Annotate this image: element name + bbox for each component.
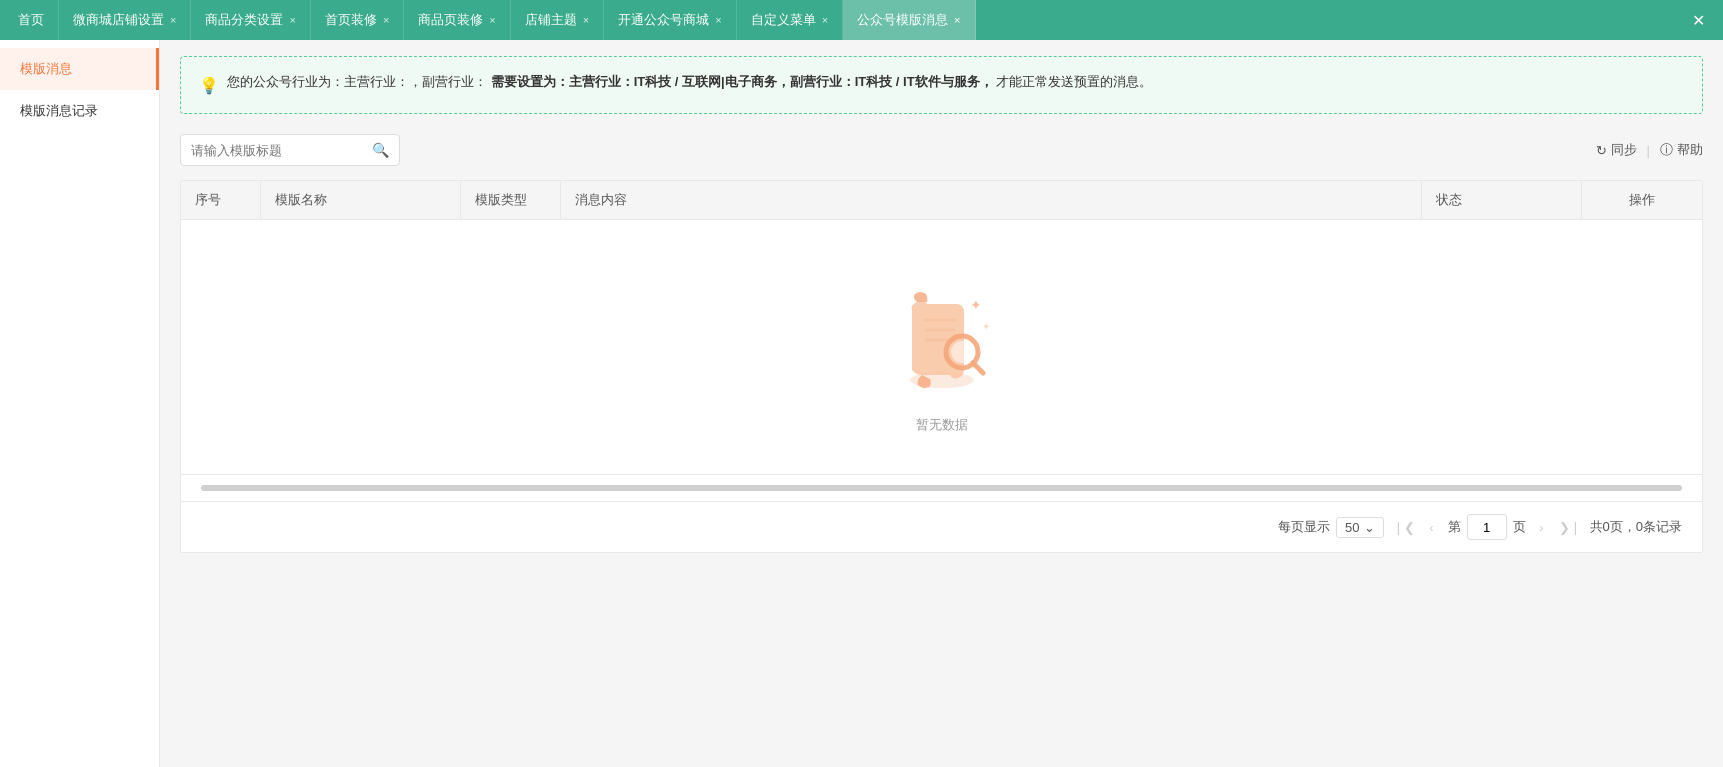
close-store-theme-icon[interactable]: × <box>583 14 589 26</box>
notice-suffix: 才能正常发送预置的消息。 <box>996 74 1152 89</box>
sidebar-item-template-record-label: 模版消息记录 <box>20 103 98 118</box>
notice-text: 您的公众号行业为：主营行业：，副营行业： 需要设置为：主营行业：IT科技 / 互… <box>227 71 1152 93</box>
nav-tab-open-mall[interactable]: 开通公众号商城 × <box>604 0 736 40</box>
toolbar-right: ↻ 同步 | ⓘ 帮助 <box>1596 141 1703 159</box>
svg-text:✦: ✦ <box>970 297 982 313</box>
notice-bulb-icon: 💡 <box>199 72 219 99</box>
notice-prefix: 您的公众号行业为：主营行业：，副营行业： <box>227 74 487 89</box>
horizontal-scrollbar[interactable] <box>201 485 1682 491</box>
sync-icon: ↻ <box>1596 143 1607 158</box>
page-unit: 页 <box>1513 518 1526 536</box>
page-label-di: 第 <box>1448 518 1461 536</box>
nav-tab-product-decor-label: 商品页装修 <box>418 11 483 29</box>
notice-box: 💡 您的公众号行业为：主营行业：，副营行业： 需要设置为：主营行业：IT科技 /… <box>180 56 1703 114</box>
close-template-msg-icon[interactable]: × <box>954 14 960 26</box>
prev-page-button[interactable]: ‹ <box>1420 515 1444 539</box>
table-header: 序号 模版名称 模版类型 消息内容 状态 操作 <box>181 181 1702 220</box>
search-input[interactable] <box>191 143 372 158</box>
th-type: 模版类型 <box>461 181 561 219</box>
nav-tab-custom-menu[interactable]: 自定义菜单 × <box>737 0 843 40</box>
empty-text: 暂无数据 <box>916 416 968 434</box>
nav-tab-template-msg-label: 公众号模版消息 <box>857 11 948 29</box>
empty-illustration: ✦ ✦ <box>882 280 1002 400</box>
th-content: 消息内容 <box>561 181 1422 219</box>
first-page-button[interactable]: ❘❮ <box>1392 515 1416 539</box>
svg-line-6 <box>973 363 983 373</box>
nav-tab-homepage-decor-label: 首页装修 <box>325 11 377 29</box>
current-page-input[interactable] <box>1467 514 1507 540</box>
close-custom-menu-icon[interactable]: × <box>822 14 828 26</box>
sidebar-item-template-msg[interactable]: 模版消息 <box>0 48 159 90</box>
th-action: 操作 <box>1582 181 1702 219</box>
last-page-button[interactable]: ❯❘ <box>1558 515 1582 539</box>
nav-tab-category-settings-label: 商品分类设置 <box>205 11 283 29</box>
nav-tab-store-settings-label: 微商城店铺设置 <box>73 11 164 29</box>
nav-tab-open-mall-label: 开通公众号商城 <box>618 11 709 29</box>
main-layout: 模版消息 模版消息记录 💡 您的公众号行业为：主营行业：，副营行业： 需要设置为… <box>0 40 1723 767</box>
th-name: 模版名称 <box>261 181 461 219</box>
sidebar-item-template-msg-label: 模版消息 <box>20 61 72 76</box>
search-area[interactable]: 🔍 <box>180 134 400 166</box>
pagination: 每页显示 50 ⌄ ❘❮ ‹ 第 页 › ❯❘ <box>181 501 1702 552</box>
nav-tab-category-settings[interactable]: 商品分类设置 × <box>191 0 310 40</box>
page-size-value: 50 <box>1345 520 1359 535</box>
help-icon: ⓘ <box>1660 141 1673 159</box>
top-navigation: 首页 微商城店铺设置 × 商品分类设置 × 首页装修 × 商品页装修 × 店铺主… <box>0 0 1723 40</box>
nav-tab-template-msg[interactable]: 公众号模版消息 × <box>843 0 975 40</box>
page-current: 第 页 <box>1448 514 1526 540</box>
nav-tab-product-decor[interactable]: 商品页装修 × <box>404 0 510 40</box>
toolbar: 🔍 ↻ 同步 | ⓘ 帮助 <box>180 134 1703 166</box>
data-table: 序号 模版名称 模版类型 消息内容 状态 操作 <box>180 180 1703 553</box>
page-size-select: 每页显示 50 ⌄ <box>1278 517 1383 538</box>
nav-tab-home[interactable]: 首页 <box>4 0 59 40</box>
next-page-button[interactable]: › <box>1530 515 1554 539</box>
nav-tab-store-theme-label: 店铺主题 <box>525 11 577 29</box>
notice-highlight: 需要设置为：主营行业：IT科技 / 互联网|电子商务，副营行业：IT科技 / I… <box>491 74 993 89</box>
close-store-settings-icon[interactable]: × <box>170 14 176 26</box>
chevron-down-icon: ⌄ <box>1364 520 1375 535</box>
total-info: 共0页，0条记录 <box>1590 518 1682 536</box>
close-open-mall-icon[interactable]: × <box>715 14 721 26</box>
th-status: 状态 <box>1422 181 1582 219</box>
sync-button[interactable]: ↻ 同步 <box>1596 141 1637 159</box>
empty-state: ✦ ✦ 暂无数据 <box>181 220 1702 474</box>
nav-tab-store-theme[interactable]: 店铺主题 × <box>511 0 604 40</box>
sidebar: 模版消息 模版消息记录 <box>0 40 160 767</box>
nav-tab-custom-menu-label: 自定义菜单 <box>751 11 816 29</box>
page-navigation: ❘❮ ‹ 第 页 › ❯❘ <box>1392 514 1582 540</box>
page-size-dropdown[interactable]: 50 ⌄ <box>1336 517 1383 538</box>
page-size-label: 每页显示 <box>1278 518 1330 536</box>
nav-tab-home-label: 首页 <box>18 11 44 29</box>
close-category-settings-icon[interactable]: × <box>289 14 295 26</box>
svg-text:✦: ✦ <box>982 321 990 332</box>
th-seq: 序号 <box>181 181 261 219</box>
main-content: 💡 您的公众号行业为：主营行业：，副营行业： 需要设置为：主营行业：IT科技 /… <box>160 40 1723 767</box>
help-label: 帮助 <box>1677 141 1703 159</box>
sidebar-item-template-record[interactable]: 模版消息记录 <box>0 90 159 132</box>
help-button[interactable]: ⓘ 帮助 <box>1660 141 1703 159</box>
close-all-button[interactable]: ✕ <box>1678 0 1719 40</box>
close-product-decor-icon[interactable]: × <box>489 14 495 26</box>
close-homepage-decor-icon[interactable]: × <box>383 14 389 26</box>
toolbar-divider: | <box>1647 143 1650 158</box>
sync-label: 同步 <box>1611 141 1637 159</box>
scrollbar-row[interactable] <box>181 474 1702 501</box>
nav-tab-homepage-decor[interactable]: 首页装修 × <box>311 0 404 40</box>
nav-tab-store-settings[interactable]: 微商城店铺设置 × <box>59 0 191 40</box>
close-all-icon: ✕ <box>1692 11 1705 30</box>
svg-point-5 <box>951 341 973 363</box>
search-icon[interactable]: 🔍 <box>372 142 389 158</box>
